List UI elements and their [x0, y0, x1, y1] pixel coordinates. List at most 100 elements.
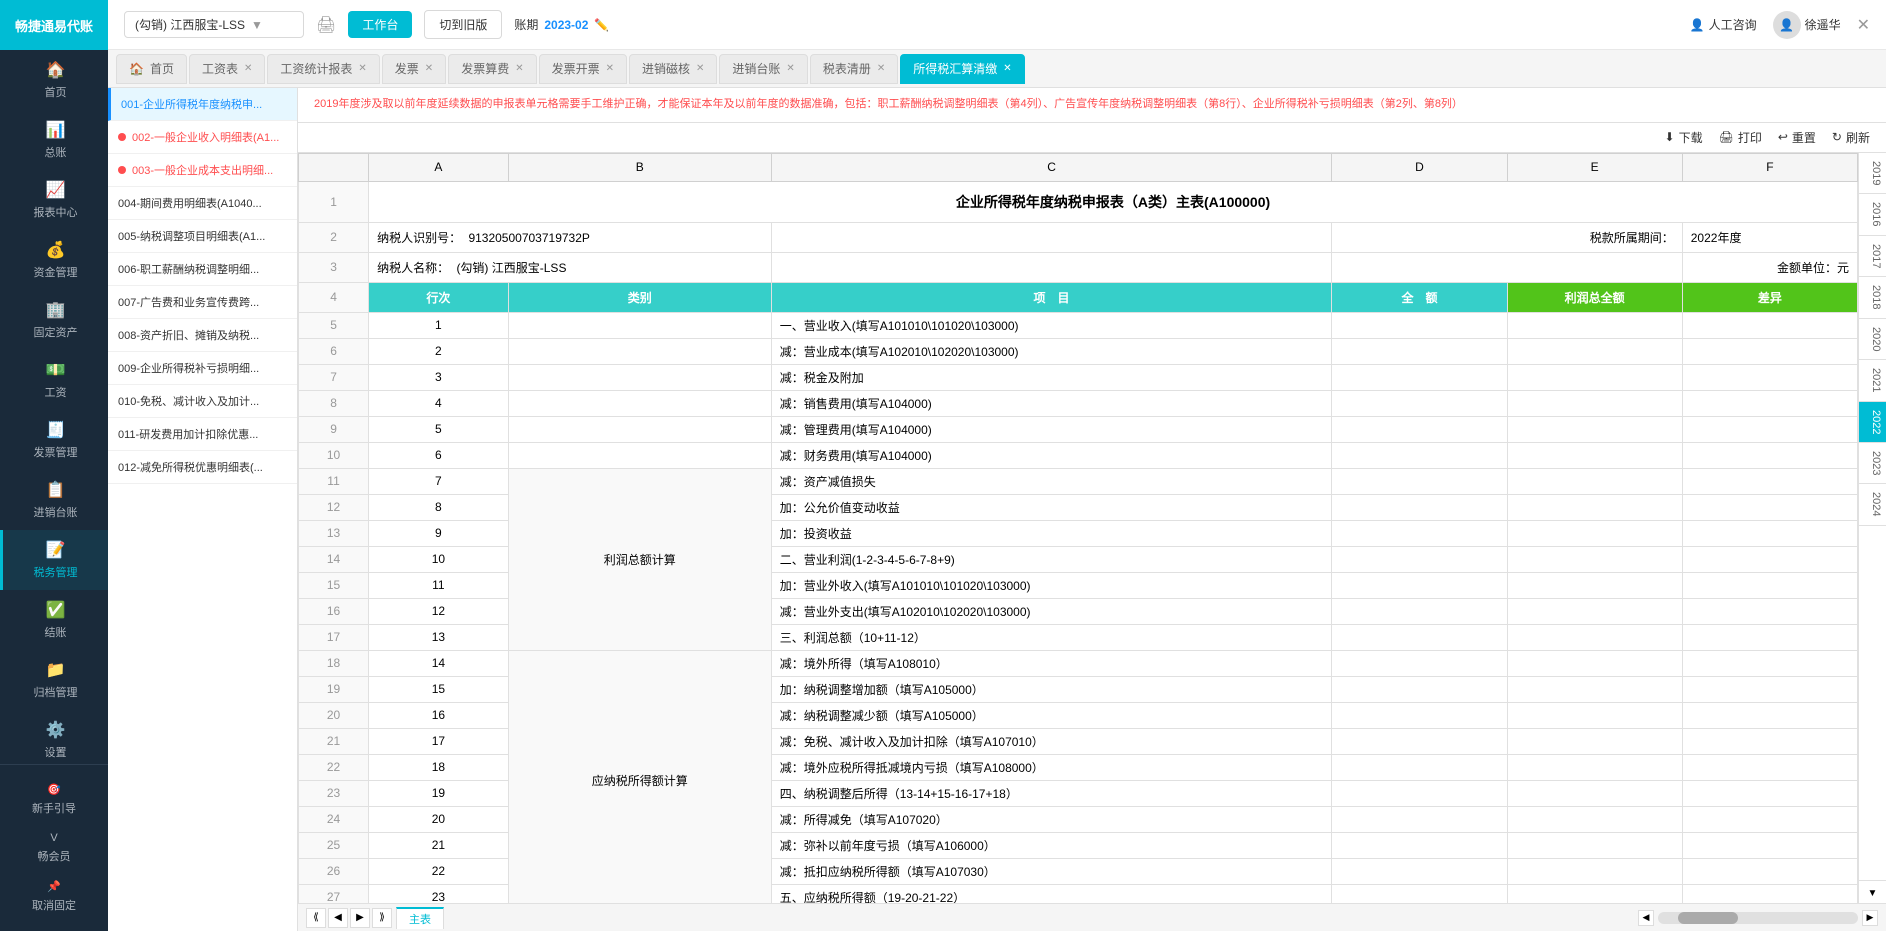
error-dot-002: [118, 133, 126, 141]
close-tab-salary-report-icon[interactable]: ✕: [358, 63, 366, 74]
tab-invoice-fee-label: 发票算费: [461, 60, 509, 77]
left-panel-item-004[interactable]: 004-期间费用明细表(A1040...: [108, 187, 297, 220]
year-panel-expand-btn[interactable]: ▼: [1859, 880, 1886, 903]
switch-version-button[interactable]: 切到旧版: [424, 10, 502, 39]
tab-purchase-ledger[interactable]: 进销台账 ✕: [719, 54, 807, 84]
sidebar-item-report[interactable]: 📈 报表中心: [0, 170, 108, 230]
close-tab-purchase-ledger-icon[interactable]: ✕: [786, 63, 794, 74]
settings-icon: ⚙️: [46, 720, 66, 740]
home-tab-icon: 🏠: [129, 62, 144, 76]
tab-purchase-verify[interactable]: 进销磁核 ✕: [629, 54, 717, 84]
tab-invoice-fee[interactable]: 发票算费 ✕: [448, 54, 536, 84]
sidebar-label-asset: 固定资产: [34, 324, 78, 340]
left-panel-item-007[interactable]: 007-广告费和业务宣传费跨...: [108, 286, 297, 319]
sidebar-item-guide[interactable]: 🎯 新手引导: [0, 775, 108, 824]
sidebar-item-settings[interactable]: ⚙️ 设置: [0, 710, 108, 764]
left-panel-item-009[interactable]: 009-企业所得税补亏损明细...: [108, 352, 297, 385]
print-button[interactable]: 🖨 打印: [1719, 129, 1762, 146]
company-selector[interactable]: (勾销) 江西服宝-LSS ▼: [124, 11, 304, 38]
download-label: 下载: [1679, 129, 1703, 146]
col-a-header: A: [369, 153, 509, 181]
sidebar-label-home: 首页: [45, 84, 67, 100]
close-tab-tax-list-icon[interactable]: ✕: [877, 63, 885, 74]
close-tab-purchase-verify-icon[interactable]: ✕: [696, 63, 704, 74]
left-item-007-label: 007-广告费和业务宣传费跨...: [118, 294, 259, 310]
reset-button[interactable]: ↩ 重置: [1778, 129, 1816, 146]
customer-service-btn[interactable]: 👤 人工咨询: [1690, 16, 1757, 33]
sidebar-item-member[interactable]: V 畅会员: [0, 824, 108, 872]
scroll-thumb[interactable]: [1678, 912, 1738, 924]
title-cell: 企业所得税年度纳税申报表（A类）主表(A100000): [369, 181, 1858, 222]
year-2024[interactable]: 2024: [1859, 484, 1886, 525]
sidebar-item-close[interactable]: ✅ 结账: [0, 590, 108, 650]
left-panel-item-008[interactable]: 008-资产折旧、摊销及纳税...: [108, 319, 297, 352]
close-tab-salary-icon[interactable]: ✕: [244, 63, 252, 74]
download-button[interactable]: ⬇ 下载: [1665, 129, 1703, 146]
scroll-left-btn[interactable]: ◀: [1638, 910, 1654, 926]
scroll-right-btn[interactable]: ▶: [1862, 910, 1878, 926]
scroll-track[interactable]: [1658, 912, 1858, 924]
year-2018[interactable]: 2018: [1859, 277, 1886, 318]
toolbar: ⬇ 下载 🖨 打印 ↩ 重置 ↻ 刷新: [298, 123, 1886, 153]
col-quane-header: 全 额: [1332, 282, 1507, 312]
tab-income-tax-label: 所得税汇算清缴: [913, 60, 997, 77]
left-panel-item-005[interactable]: 005-纳税调整项目明细表(A1...: [108, 220, 297, 253]
tab-salary[interactable]: 工资表 ✕: [189, 54, 265, 84]
tab-tax-list[interactable]: 税表清册 ✕: [810, 54, 898, 84]
table-row: 11 7 利润总额计算 减：资产减值损失: [299, 468, 1858, 494]
tab-tax-list-label: 税表清册: [823, 60, 871, 77]
tab-invoice[interactable]: 发票 ✕: [382, 54, 446, 84]
year-2023[interactable]: 2023: [1859, 443, 1886, 484]
sidebar-item-tax[interactable]: 📝 税务管理: [0, 530, 108, 590]
nav-arrow-last[interactable]: ⟫: [372, 908, 392, 928]
sidebar-item-ledger[interactable]: 📊 总账: [0, 110, 108, 170]
tab-home[interactable]: 🏠 首页: [116, 54, 187, 84]
left-panel-item-010[interactable]: 010-免税、减计收入及加计...: [108, 385, 297, 418]
close-app-icon[interactable]: ✕: [1857, 15, 1870, 35]
username-label: 徐遥华: [1805, 16, 1841, 33]
tab-income-tax[interactable]: 所得税汇算清缴 ✕: [900, 54, 1024, 84]
sheet-tab-main[interactable]: 主表: [396, 907, 444, 929]
sidebar-item-purchase[interactable]: 📋 进销台账: [0, 470, 108, 530]
sidebar-item-salary[interactable]: 💵 工资: [0, 350, 108, 410]
sidebar-item-unpin[interactable]: 📌 取消固定: [0, 872, 108, 921]
nav-arrow-first[interactable]: ⟪: [306, 908, 326, 928]
close-tab-invoice-fee-icon[interactable]: ✕: [515, 63, 523, 74]
workstation-button[interactable]: 工作台: [348, 11, 412, 38]
year-2021[interactable]: 2021: [1859, 360, 1886, 401]
refresh-icon: ↻: [1832, 130, 1842, 144]
year-2022[interactable]: 2022: [1859, 402, 1886, 443]
left-panel-item-003[interactable]: 003-一般企业成本支出明细...: [108, 154, 297, 187]
year-2019[interactable]: 2019: [1859, 153, 1886, 194]
refresh-button[interactable]: ↻ 刷新: [1832, 129, 1870, 146]
year-2017[interactable]: 2017: [1859, 236, 1886, 277]
left-panel-item-006[interactable]: 006-职工薪酬纳税调整明细...: [108, 253, 297, 286]
sidebar-item-invoice[interactable]: 🧾 发票管理: [0, 410, 108, 470]
left-panel-item-012[interactable]: 012-减免所得税优惠明细表(...: [108, 451, 297, 484]
service-label: 人工咨询: [1709, 16, 1757, 33]
left-panel-item-011[interactable]: 011-研发费用加计扣除优惠...: [108, 418, 297, 451]
nav-arrow-next[interactable]: ▶: [350, 908, 370, 928]
edit-period-icon[interactable]: ✏️: [594, 18, 609, 32]
left-item-012-label: 012-减免所得税优惠明细表(...: [118, 459, 263, 475]
sidebar-item-asset[interactable]: 🏢 固定资产: [0, 290, 108, 350]
close-tab-invoice-open-icon[interactable]: ✕: [606, 63, 614, 74]
year-2020[interactable]: 2020: [1859, 319, 1886, 360]
sidebar-item-home[interactable]: 🏠 首页: [0, 50, 108, 110]
tab-invoice-open-label: 发票开票: [552, 60, 600, 77]
left-panel-item-001[interactable]: 001-企业所得税年度纳税申...: [108, 88, 297, 121]
archive-icon: 📁: [46, 660, 66, 680]
sidebar-item-fund[interactable]: 💰 资金管理: [0, 230, 108, 290]
tab-purchase-verify-label: 进销磁核: [642, 60, 690, 77]
tax-period-label-cell: 税款所属期间：: [1332, 222, 1682, 252]
year-2016[interactable]: 2016: [1859, 194, 1886, 235]
sidebar-item-archive[interactable]: 📁 归档管理: [0, 650, 108, 710]
tab-invoice-open[interactable]: 发票开票 ✕: [539, 54, 627, 84]
close-tab-invoice-icon[interactable]: ✕: [425, 63, 433, 74]
close-tab-income-tax-icon[interactable]: ✕: [1003, 63, 1011, 74]
nav-arrow-prev[interactable]: ◀: [328, 908, 348, 928]
guide-icon: 🎯: [47, 783, 61, 796]
left-panel-item-002[interactable]: 002-一般企业收入明细表(A1...: [108, 121, 297, 154]
user-profile-btn[interactable]: 👤 徐遥华: [1773, 11, 1841, 39]
tab-salary-report[interactable]: 工资统计报表 ✕: [267, 54, 379, 84]
